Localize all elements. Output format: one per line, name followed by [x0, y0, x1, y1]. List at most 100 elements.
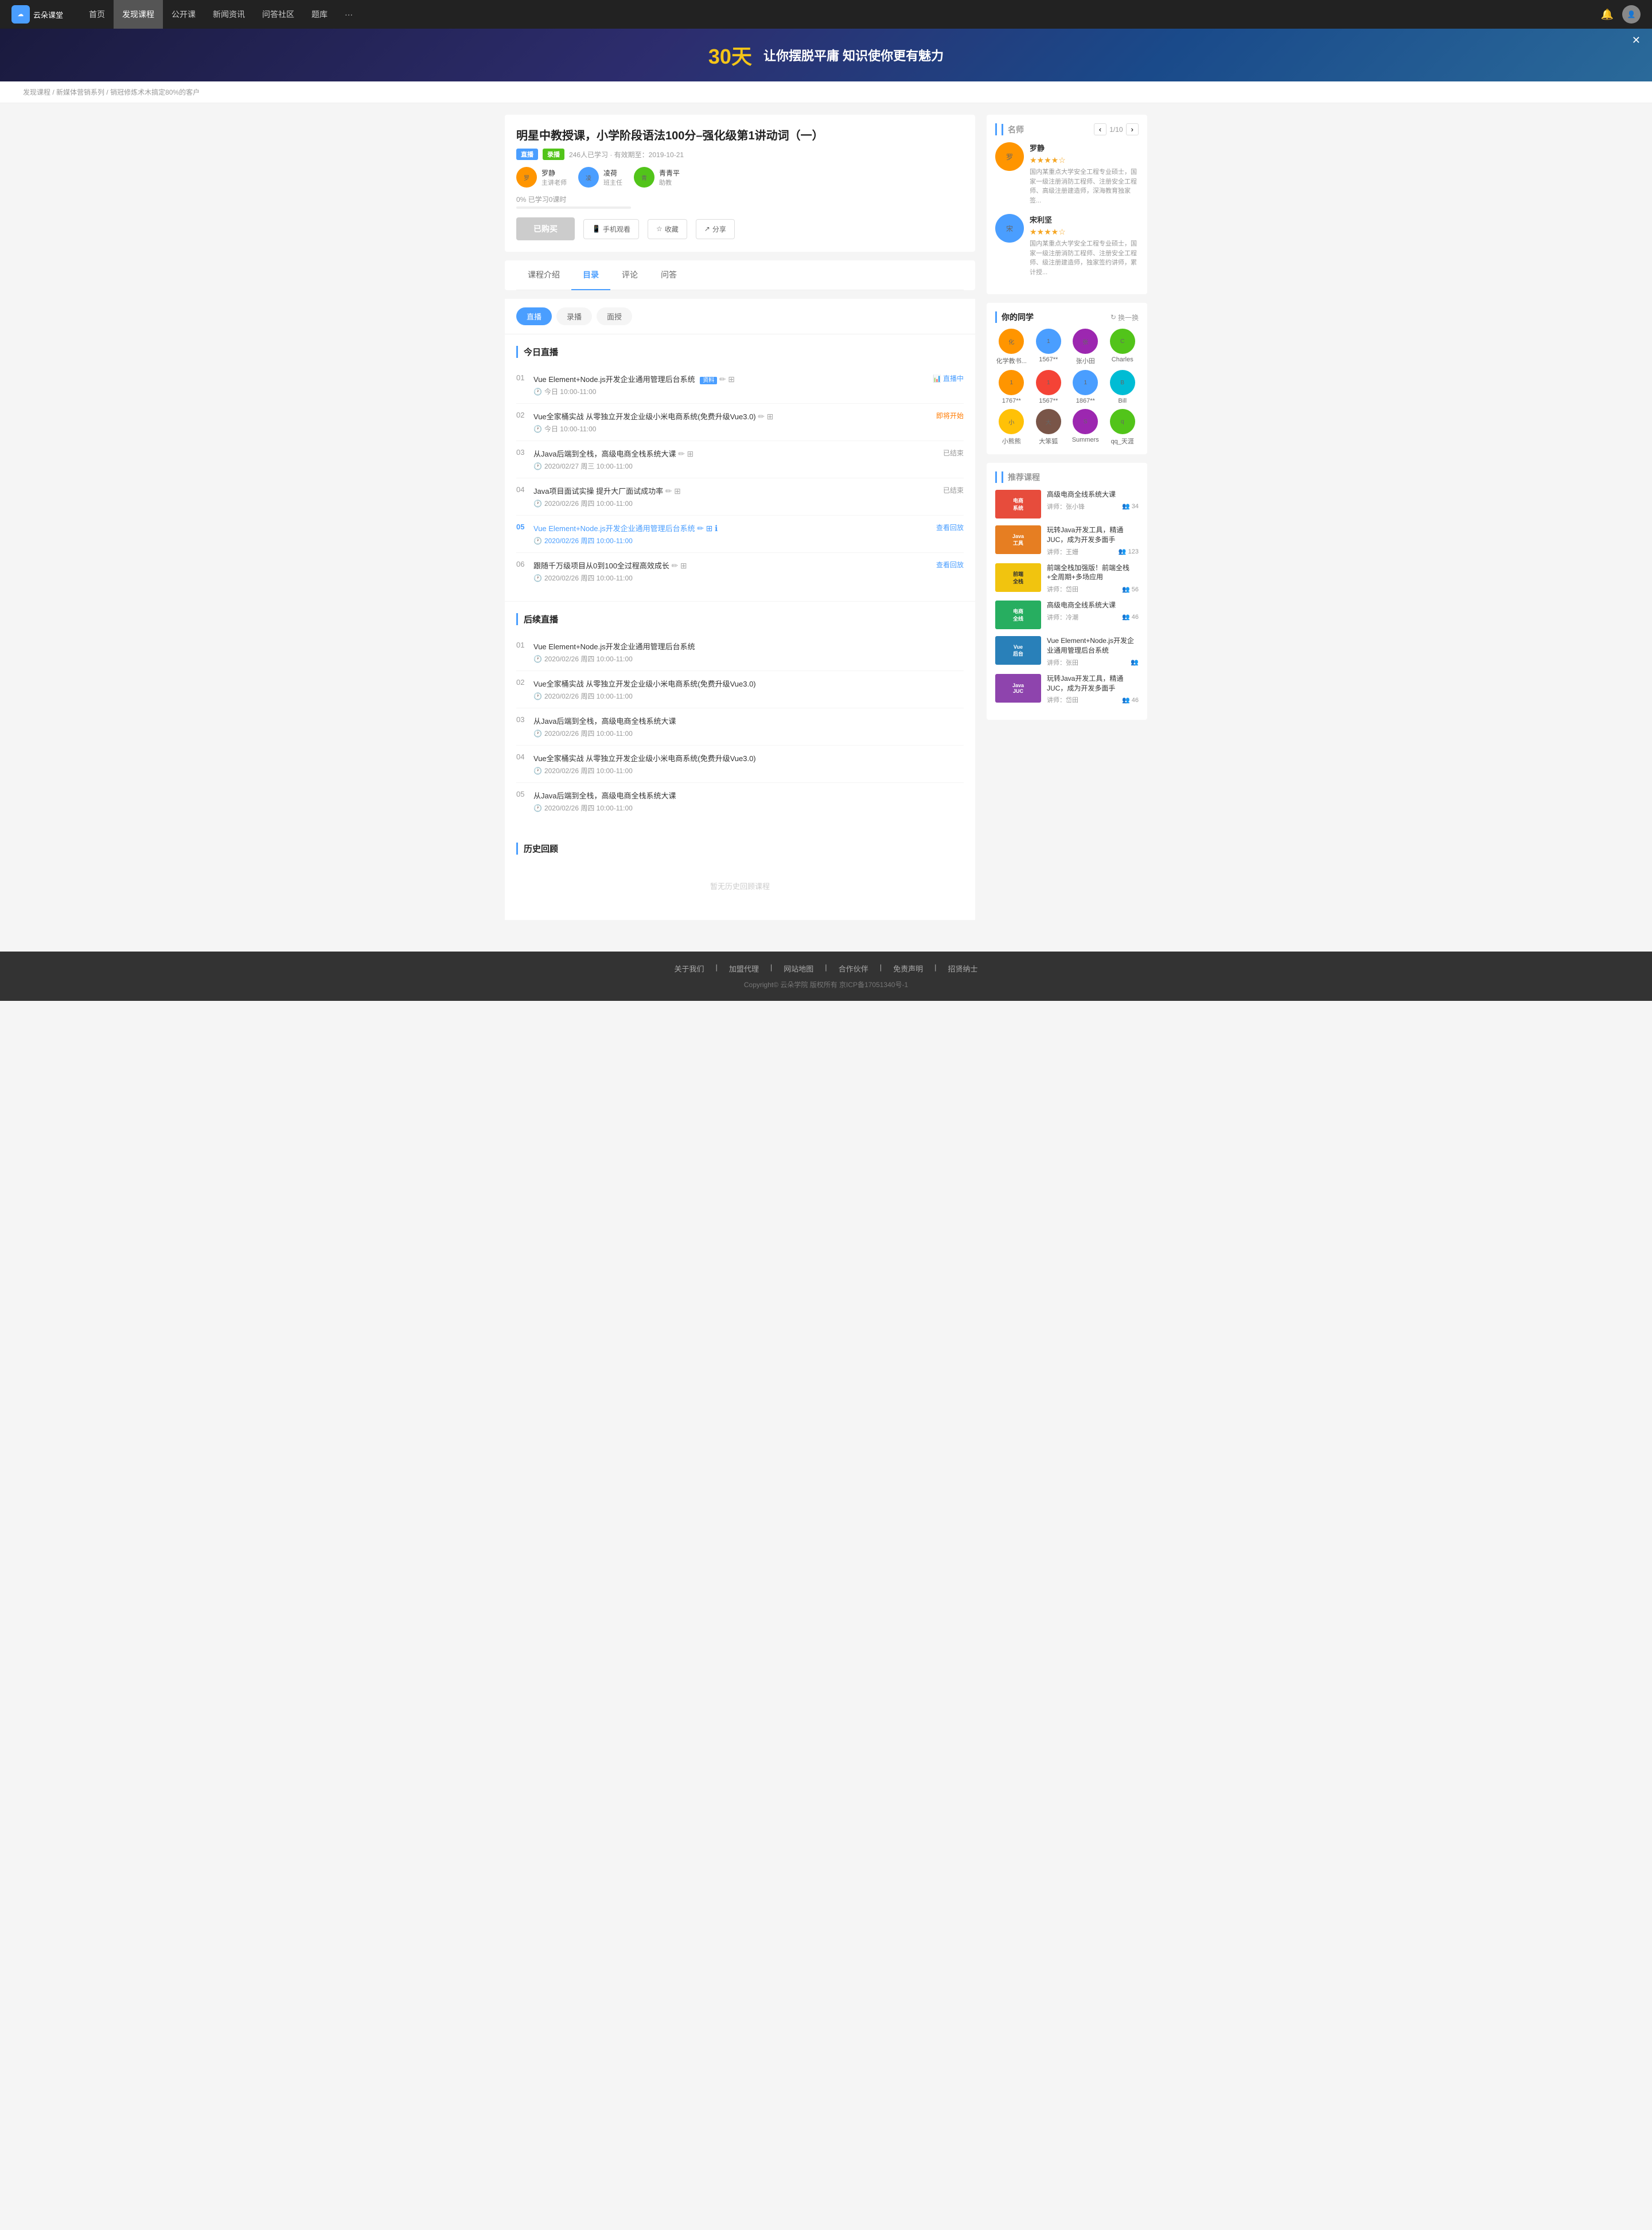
- copy-icon-3[interactable]: ⊞: [674, 486, 681, 496]
- nav-item-home[interactable]: 首页: [80, 0, 114, 29]
- edit-icon-3[interactable]: ✏: [665, 486, 672, 496]
- share-button[interactable]: ↗ 分享: [696, 219, 735, 239]
- clock-icon-4: 🕐: [533, 537, 542, 545]
- sub-tabs: 直播 录播 面授: [505, 299, 975, 334]
- sub-tab-record[interactable]: 录播: [556, 307, 592, 325]
- mobile-watch-button[interactable]: 📱 手机观看: [583, 219, 639, 239]
- copy-icon-2[interactable]: ⊞: [687, 449, 693, 458]
- rec-course-2[interactable]: 前端全栈 前端全栈加强版！前端全栈+全周期+多场应用 讲师：岱田 👥 56: [995, 563, 1139, 594]
- breadcrumb-item-series[interactable]: 新媒体营销系列: [56, 88, 104, 96]
- footer-link-agent[interactable]: 加盟代理: [729, 963, 759, 974]
- lesson-status-4[interactable]: 查看回放: [936, 523, 964, 532]
- classmate-avatar-0: 化: [999, 329, 1024, 354]
- teacher-name-1: 宋利坚: [1030, 214, 1139, 225]
- breadcrumb: 发现课程 / 新媒体营销系列 / 销冠修炼术木搞定80%的客户: [0, 81, 1652, 103]
- rec-course-1[interactable]: Java工具 玩转Java开发工具，精通JUC，成为开发多面手 讲师：王姗 👥 …: [995, 525, 1139, 556]
- footer-link-sitemap[interactable]: 网站地图: [784, 963, 813, 974]
- course-header: 明星中教授课，小学阶段语法100分–强化级第1讲动词（一） 直播 录播 246人…: [505, 115, 975, 252]
- footer: 关于我们 | 加盟代理 | 网站地图 | 合作伙伴 | 免责声明 | 招贤纳士 …: [0, 952, 1652, 1001]
- sub-tab-face[interactable]: 面授: [597, 307, 632, 325]
- footer-links: 关于我们 | 加盟代理 | 网站地图 | 合作伙伴 | 免责声明 | 招贤纳士: [23, 963, 1629, 974]
- classmate-2: 张 张小田: [1069, 329, 1102, 365]
- tab-catalog[interactable]: 目录: [571, 260, 610, 290]
- nav-item-more[interactable]: ···: [336, 0, 361, 29]
- buy-button[interactable]: 已购买: [516, 217, 575, 240]
- classmate-7: B Bill: [1106, 370, 1139, 404]
- rec-thumb-5: JavaJUC: [995, 674, 1041, 703]
- sub-lesson-0: 01 Vue Element+Node.js开发企业通用管理后台系统 🕐 202…: [516, 634, 964, 671]
- classmate-avatar-4: 1: [999, 370, 1024, 395]
- lesson-time-4: 🕐 2020/02/26 周四 10:00-11:00: [533, 536, 936, 545]
- rec-course-5[interactable]: JavaJUC 玩转Java开发工具，精通JUC，成为开发多面手 讲师：岱田 👥…: [995, 674, 1139, 705]
- rec-meta-5: 讲师：岱田 👥 46: [1047, 695, 1139, 704]
- collect-button[interactable]: ☆ 收藏: [648, 219, 687, 239]
- prev-teacher-button[interactable]: ‹: [1094, 123, 1106, 135]
- rec-meta-4: 讲师：张田 👥: [1047, 658, 1139, 667]
- edit-icon-5[interactable]: ✏: [672, 561, 679, 570]
- nav-item-news[interactable]: 新闻资讯: [204, 0, 254, 29]
- footer-link-disclaimer[interactable]: 免责声明: [893, 963, 923, 974]
- tab-comment[interactable]: 评论: [610, 260, 649, 290]
- edit-icon-4[interactable]: ✏: [697, 524, 704, 533]
- lesson-num-2: 03: [516, 448, 533, 457]
- star-icon: ☆: [656, 225, 663, 233]
- history-title: 历史回顾: [516, 843, 964, 855]
- rec-course-3[interactable]: 电商全线 高级电商全线系统大课 讲师：冷潮 👥 46: [995, 601, 1139, 629]
- copy-icon-4[interactable]: ⊞: [706, 524, 713, 533]
- logo-icon: ☁: [11, 5, 30, 24]
- banner-close-button[interactable]: ✕: [1632, 34, 1641, 46]
- nav-item-qa[interactable]: 问答社区: [254, 0, 303, 29]
- rec-course-0[interactable]: 电商系统 高级电商全线系统大课 讲师：张小锋 👥 34: [995, 490, 1139, 518]
- copy-icon-1[interactable]: ⊞: [767, 412, 774, 421]
- nav-item-open[interactable]: 公开课: [163, 0, 204, 29]
- tab-qa[interactable]: 问答: [649, 260, 688, 290]
- teachers-title: 名师 ‹ 1/10 ›: [995, 123, 1139, 135]
- clock-icon-s0: 🕐: [533, 655, 542, 663]
- sub-tab-live[interactable]: 直播: [516, 307, 552, 325]
- lesson-status-0[interactable]: 📊 直播中: [933, 373, 964, 383]
- classmate-0: 化 化学教书...: [995, 329, 1028, 365]
- instructor-role-1: 班主任: [603, 178, 622, 187]
- edit-icon-0[interactable]: ✏: [719, 375, 726, 384]
- copy-icon-0[interactable]: ⊞: [728, 375, 735, 384]
- classmate-9: 大 大笨狐: [1032, 409, 1065, 446]
- instructor-avatar-1: 凌: [578, 167, 599, 188]
- clock-icon-5: 🕐: [533, 574, 542, 582]
- footer-link-about[interactable]: 关于我们: [674, 963, 704, 974]
- sub-lesson-4: 05 从Java后端到全栈，高级电商全栈系统大课 🕐 2020/02/26 周四…: [516, 783, 964, 820]
- refresh-classmates-button[interactable]: ↻ 换一换: [1111, 313, 1139, 322]
- nav-item-discover[interactable]: 发现课程: [114, 0, 163, 29]
- lesson-status-1: 即将开始: [936, 411, 964, 420]
- recommended-title: 推荐课程: [995, 471, 1139, 483]
- breadcrumb-item-discover[interactable]: 发现课程: [23, 88, 50, 96]
- classmate-avatar-7: B: [1110, 370, 1135, 395]
- lesson-num-3: 04: [516, 485, 533, 494]
- lesson-status-5[interactable]: 查看回放: [936, 560, 964, 570]
- sub-tab-list: 直播 录播 面授: [516, 307, 964, 325]
- logo[interactable]: ☁ 云朵课堂: [11, 5, 63, 24]
- edit-icon-1[interactable]: ✏: [758, 412, 765, 421]
- lesson-item-5: 06 跟随千万级项目从0到100全过程高效成长 ✏ ⊞ 🕐 2020/02/26…: [516, 553, 964, 590]
- today-live-section: 今日直播 01 Vue Element+Node.js开发企业通用管理后台系统 …: [505, 334, 975, 601]
- tab-intro[interactable]: 课程介绍: [516, 260, 571, 290]
- course-instructors: 罗 罗静 主讲老师 凌 凌荷 班主任 青 青青平: [516, 167, 964, 188]
- info-icon-4[interactable]: ℹ: [715, 524, 718, 533]
- lesson-time-1: 🕐 今日 10:00-11:00: [533, 424, 936, 434]
- footer-link-recruit[interactable]: 招贤纳士: [948, 963, 978, 974]
- rec-course-4[interactable]: Vue后台 Vue Element+Node.js开发企业通用管理后台系统 讲师…: [995, 636, 1139, 667]
- next-teacher-button[interactable]: ›: [1126, 123, 1139, 135]
- bell-icon[interactable]: 🔔: [1601, 9, 1614, 21]
- footer-link-partner[interactable]: 合作伙伴: [839, 963, 868, 974]
- teacher-avatar-1: 宋: [995, 214, 1024, 243]
- copy-icon-5[interactable]: ⊞: [680, 561, 687, 570]
- nav-item-quiz[interactable]: 题库: [303, 0, 336, 29]
- main-content: 明星中教授课，小学阶段语法100分–强化级第1讲动词（一） 直播 录播 246人…: [505, 115, 975, 929]
- instructor-role-0: 主讲老师: [541, 178, 567, 187]
- sub-lesson-2: 03 从Java后端到全栈，高级电商全栈系统大课 🕐 2020/02/26 周四…: [516, 708, 964, 746]
- course-title: 明星中教授课，小学阶段语法100分–强化级第1讲动词（一）: [516, 126, 964, 143]
- classmate-name-0: 化学教书...: [996, 356, 1027, 365]
- course-meta: 246人已学习 · 有效期至：2019-10-21: [569, 150, 684, 159]
- edit-icon-2[interactable]: ✏: [678, 449, 685, 458]
- classmate-avatar-5: 1: [1036, 370, 1061, 395]
- user-avatar[interactable]: 👤: [1622, 5, 1641, 24]
